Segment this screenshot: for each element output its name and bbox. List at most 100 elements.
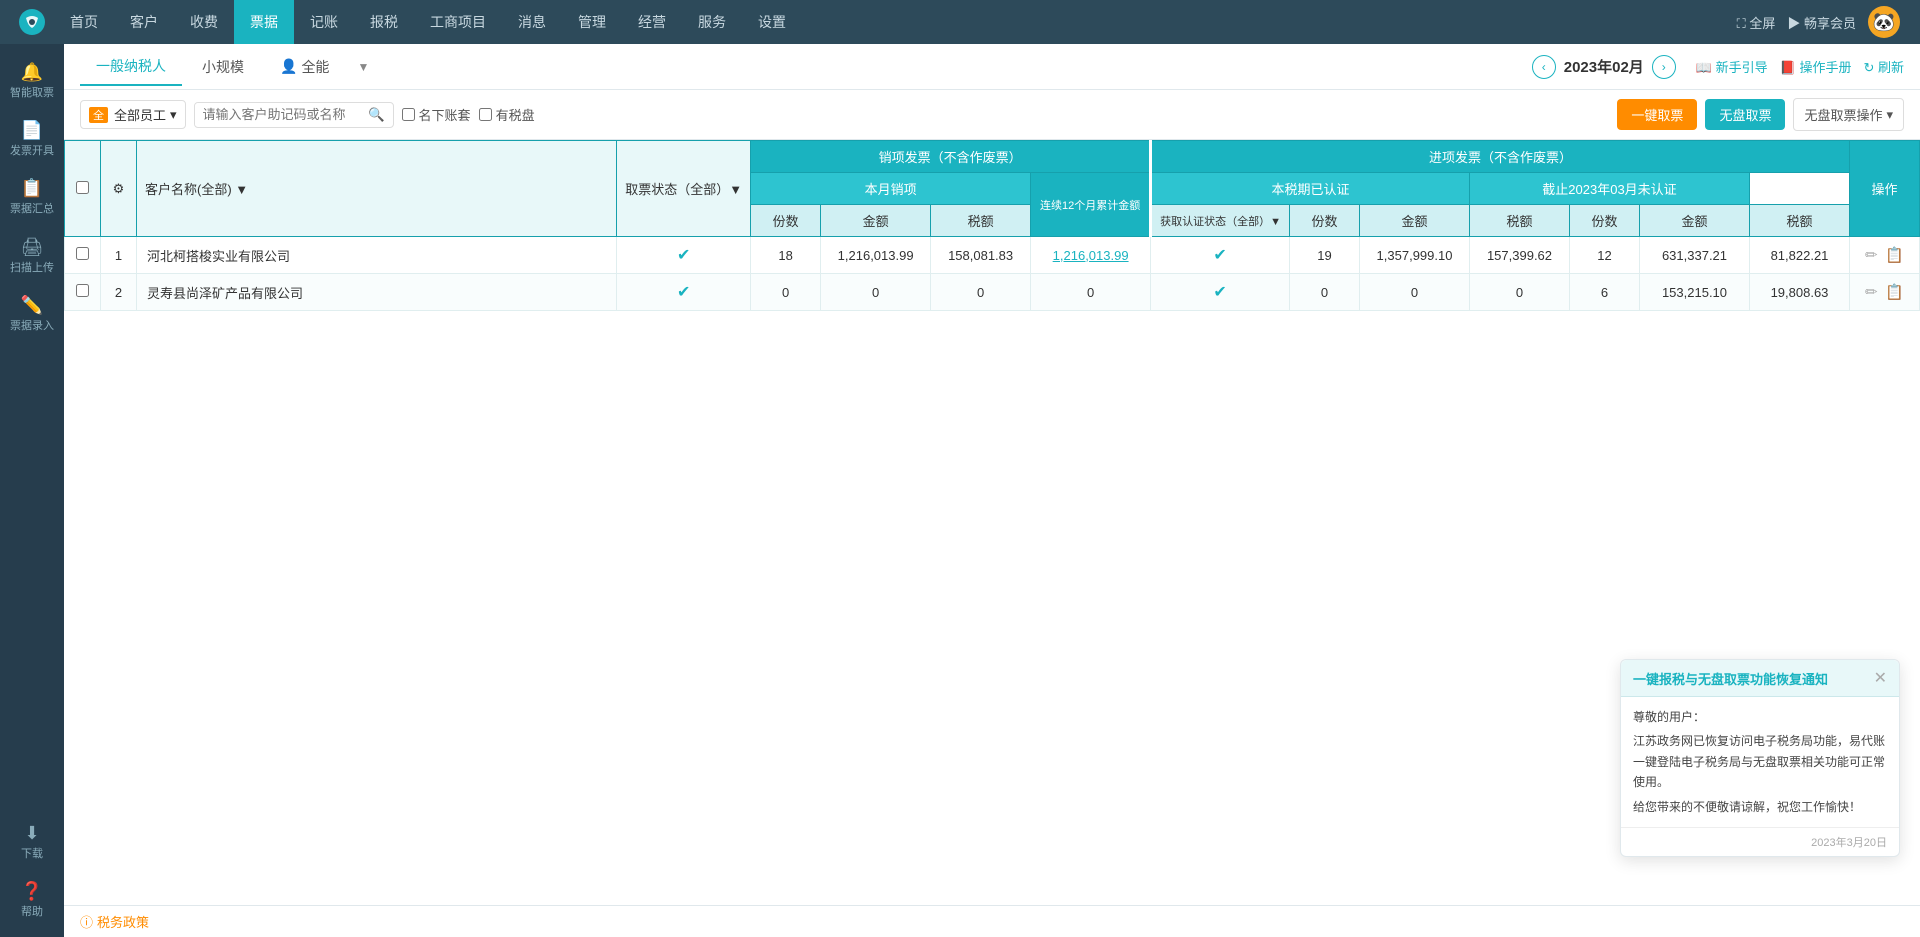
- search-input[interactable]: [195, 103, 360, 126]
- row-period-tax: 0: [1470, 274, 1570, 311]
- row-period-num: 19: [1290, 237, 1360, 274]
- th-purchase-invoices: 进项发票（不含作废票）: [1151, 141, 1850, 173]
- row-sales-num: 0: [751, 274, 821, 311]
- th-amount-until: 金额: [1640, 205, 1750, 237]
- help-icon: ❓: [21, 881, 43, 902]
- scan-upload-icon: 🖨: [21, 237, 44, 258]
- main-nav: 首页 客户 收费 票据 记账 报税 工商项目 消息 管理 经营 服务 设置: [54, 0, 1737, 44]
- tab-small-scale[interactable]: 小规模: [186, 49, 260, 85]
- row-checkbox: [65, 237, 101, 274]
- th-cumul-amount: 连续12个月累计金额: [1031, 173, 1151, 237]
- nav-home[interactable]: 首页: [54, 0, 114, 44]
- table-body: 1 河北柯搭梭实业有限公司 ✔ 18 1,216,013.99 158,081.…: [65, 237, 1920, 311]
- member-btn[interactable]: ▶ 畅享会员: [1787, 13, 1856, 32]
- sidebar-item-help[interactable]: ❓ 帮助: [2, 873, 62, 927]
- row-checkbox: [65, 274, 101, 311]
- checkbox-tax-disk[interactable]: 有税盘: [479, 105, 535, 124]
- nav-fees[interactable]: 收费: [174, 0, 234, 44]
- manual-btn[interactable]: 📕 操作手册: [1780, 57, 1852, 76]
- row-until-num: 12: [1570, 237, 1640, 274]
- smart-invoice-icon: 🔔: [21, 62, 43, 83]
- nav-clients[interactable]: 客户: [114, 0, 174, 44]
- tab-actions: 📖 新手引导 📕 操作手册 ↻ 刷新: [1696, 57, 1904, 76]
- tab-all[interactable]: 👤 全能: [264, 49, 345, 85]
- checkbox-my-accounts-input[interactable]: [402, 108, 415, 121]
- sidebar-label-scan-upload: 扫描上传: [10, 262, 54, 275]
- sidebar-item-invoice-summary[interactable]: 📋 票据汇总: [2, 170, 62, 224]
- toolbar-right: 一键取票 无盘取票 无盘取票操作 ▾: [1617, 98, 1904, 131]
- th-customer-name: 客户名称(全部) ▼: [137, 141, 617, 237]
- tab-general-taxpayer[interactable]: 一般纳税人: [80, 48, 182, 86]
- th-sales-status: 取票状态（全部）▼: [617, 141, 751, 237]
- th-num-until: 份数: [1570, 205, 1640, 237]
- one-key-fetch-btn[interactable]: 一键取票: [1617, 99, 1697, 130]
- notif-footer: 2023年3月20日: [1621, 827, 1899, 856]
- new-guide-btn[interactable]: 📖 新手引导: [1696, 57, 1768, 76]
- checkbox-tax-disk-input[interactable]: [479, 108, 492, 121]
- sidebar-label-smart-invoice: 智能取票: [10, 87, 54, 100]
- sidebar-label-download: 下载: [21, 848, 43, 861]
- sidebar-item-invoice-entry[interactable]: ✏️ 票据录入: [2, 287, 62, 341]
- employee-filter-tag: 全: [89, 107, 108, 123]
- th-checkbox: [65, 141, 101, 237]
- cumul-link[interactable]: 1,216,013.99: [1053, 248, 1129, 263]
- download-icon: ⬇: [24, 823, 39, 844]
- row-check-input[interactable]: [76, 284, 89, 297]
- sidebar-item-smart-invoice[interactable]: 🔔 智能取票: [2, 54, 62, 108]
- row-until-num: 6: [1570, 274, 1640, 311]
- checkbox-my-accounts[interactable]: 名下账套: [402, 105, 471, 124]
- notif-close-btn[interactable]: ✕: [1874, 668, 1887, 688]
- no-disk-fetch-btn[interactable]: 无盘取票: [1705, 99, 1785, 130]
- th-gear: ⚙: [101, 141, 137, 237]
- notif-date: 2023年3月20日: [1811, 837, 1887, 849]
- row-sales-amount: 1,216,013.99: [821, 237, 931, 274]
- user-avatar[interactable]: 🐼: [1868, 6, 1900, 38]
- th-sales-invoices: 销项发票（不含作废票）: [751, 141, 1151, 173]
- th-amount-sales: 金额: [821, 205, 931, 237]
- sidebar-item-scan-upload[interactable]: 🖨 扫描上传: [2, 229, 62, 283]
- nav-admin[interactable]: 管理: [562, 0, 622, 44]
- select-all-checkbox[interactable]: [76, 181, 89, 194]
- sales-status-check-icon: ✔: [677, 247, 690, 264]
- detail-icon[interactable]: 📋: [1885, 247, 1904, 264]
- row-sales-amount: 0: [821, 274, 931, 311]
- date-next-btn[interactable]: ›: [1652, 55, 1676, 79]
- edit-icon[interactable]: ✏: [1865, 247, 1878, 264]
- nav-settings[interactable]: 设置: [742, 0, 802, 44]
- nav-invoices[interactable]: 票据: [234, 0, 294, 44]
- nav-business[interactable]: 工商项目: [414, 0, 502, 44]
- nav-tax[interactable]: 报税: [354, 0, 414, 44]
- no-disk-ops-btn[interactable]: 无盘取票操作 ▾: [1793, 98, 1904, 131]
- row-period-tax: 157,399.62: [1470, 237, 1570, 274]
- th-tax-sales: 税额: [931, 205, 1031, 237]
- notif-apology: 给您带来的不便敬请谅解，祝您工作愉快！: [1633, 797, 1887, 817]
- cert-status-check-icon: ✔: [1213, 284, 1226, 301]
- th-period-cert: 本税期已认证: [1151, 173, 1470, 205]
- th-tax-period: 税额: [1470, 205, 1570, 237]
- row-check-input[interactable]: [76, 247, 89, 260]
- nav-bookkeeping[interactable]: 记账: [294, 0, 354, 44]
- nav-service[interactable]: 服务: [682, 0, 742, 44]
- row-action-cell: ✏ 📋: [1850, 274, 1920, 311]
- nav-message[interactable]: 消息: [502, 0, 562, 44]
- nav-ops[interactable]: 经营: [622, 0, 682, 44]
- toolbar: 全 全部员工 ▾ 🔍 名下账套 有税盘 一键取票 无盘取票 无盘取票操作: [64, 90, 1920, 140]
- edit-icon[interactable]: ✏: [1865, 284, 1878, 301]
- refresh-btn[interactable]: ↻ 刷新: [1863, 57, 1904, 76]
- fullscreen-btn[interactable]: ⛶ 全屏: [1737, 13, 1776, 32]
- sidebar-item-issue-invoice[interactable]: 📄 发票开具: [2, 112, 62, 166]
- cert-status-check-icon: ✔: [1213, 247, 1226, 264]
- sales-status-check-icon: ✔: [677, 284, 690, 301]
- search-btn[interactable]: 🔍: [360, 103, 393, 127]
- current-date: 2023年02月: [1564, 56, 1644, 77]
- notification-popup: 一键报税与无盘取票功能恢复通知 ✕ 尊敬的用户： 江苏政务网已恢复访问电子税务局…: [1620, 659, 1900, 857]
- tab-more-btn[interactable]: ▼: [349, 56, 377, 78]
- tax-policy-link[interactable]: ⓘ 税务政策: [80, 912, 149, 931]
- table-row: 2 灵寿县尚泽矿产品有限公司 ✔ 0 0 0 0 ✔ 0 0 0 6 153,2…: [65, 274, 1920, 311]
- date-prev-btn[interactable]: ‹: [1532, 55, 1556, 79]
- sidebar-item-download[interactable]: ⬇ 下载: [2, 815, 62, 869]
- employee-filter[interactable]: 全 全部员工 ▾: [80, 100, 186, 129]
- detail-icon[interactable]: 📋: [1885, 284, 1904, 301]
- th-cert-status: 获取认证状态（全部）▼: [1151, 205, 1290, 237]
- sidebar-label-invoice-entry: 票据录入: [10, 320, 54, 333]
